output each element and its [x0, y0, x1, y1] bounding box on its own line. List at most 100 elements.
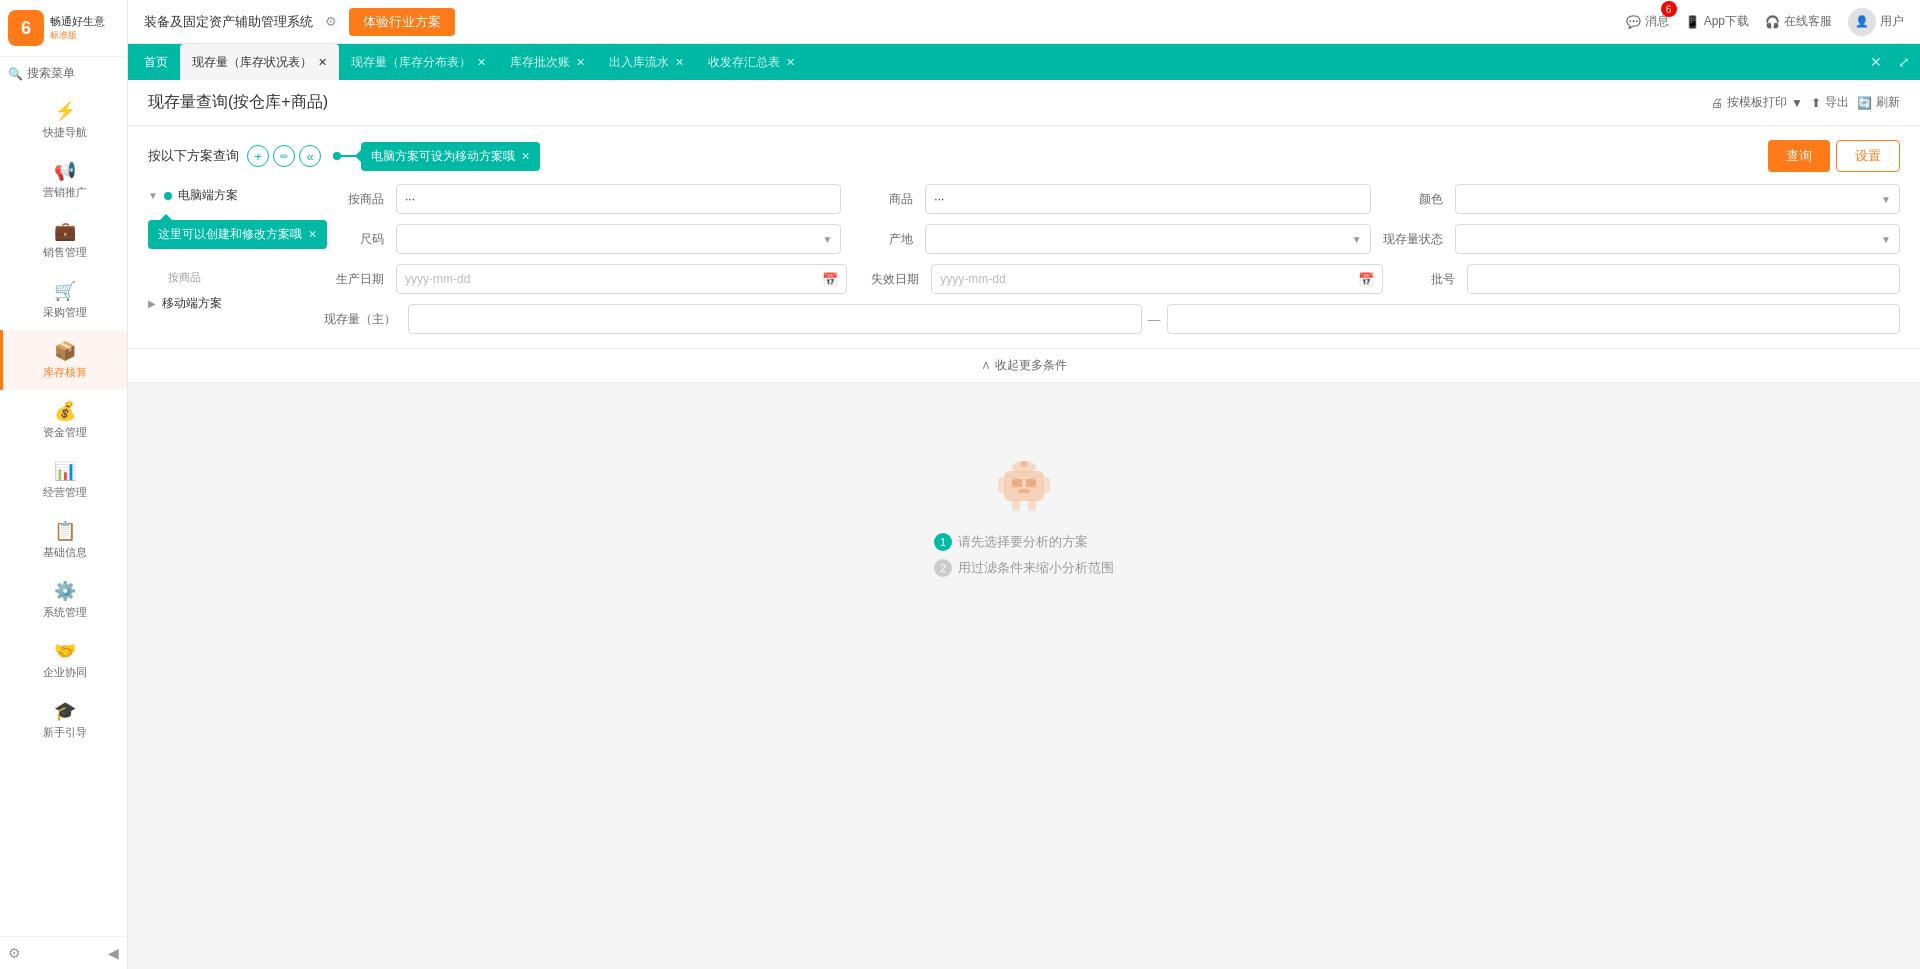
origin-select[interactable]: ▼ — [925, 224, 1370, 254]
user-area[interactable]: 👤 用户 — [1848, 8, 1904, 36]
goods-select[interactable]: ··· — [925, 184, 1370, 214]
pc-scheme-arrow[interactable]: ▼ — [148, 190, 158, 201]
settings-footer-btn[interactable]: ⚙ — [8, 945, 21, 961]
online-service-btn[interactable]: 🎧 在线客服 — [1765, 13, 1832, 30]
message-btn[interactable]: 💬 6 消息 — [1626, 13, 1669, 30]
edit-scheme-btn[interactable]: ✏ — [273, 145, 295, 167]
search-menu-item[interactable]: 🔍 搜索菜单 — [0, 57, 127, 90]
tab-stock-summary-label: 收发存汇总表 — [708, 54, 780, 71]
refresh-btn[interactable]: 🔄 刷新 — [1857, 94, 1900, 111]
pc-scheme-dot — [164, 192, 172, 200]
tooltip1-close-btn[interactable]: ✕ — [521, 150, 530, 163]
batch-field — [1467, 264, 1900, 294]
expire-date-label: 失效日期 — [859, 271, 919, 288]
sidebar-item-marketing[interactable]: 📢 营销推广 — [0, 150, 127, 210]
scheme-pc-item[interactable]: ▼ 电脑端方案 — [148, 184, 308, 207]
settings-icon[interactable]: ⚙ — [325, 14, 337, 29]
tab-stock-flow[interactable]: 出入库流水 ✕ — [597, 44, 696, 80]
sidebar-item-company[interactable]: 🤝 企业协同 — [0, 630, 127, 690]
produce-date-start[interactable]: yyyy-mm-dd 📅 — [396, 264, 847, 294]
main-content: 装备及固定资产辅助管理系统 ⚙ 体验行业方案 💬 6 消息 📱 App下载 🎧 … — [128, 0, 1920, 969]
color-select-arrow: ▼ — [1881, 194, 1891, 205]
sidebar-item-system[interactable]: ⚙️ 系统管理 — [0, 570, 127, 630]
produce-date-start-icon: 📅 — [822, 272, 838, 287]
guide-icon: 🎓 — [54, 700, 76, 722]
sales-icon: 💼 — [54, 220, 76, 242]
sidebar-item-quick-nav[interactable]: ⚡ 快捷导航 — [0, 90, 127, 150]
tab-stock-batch-close[interactable]: ✕ — [576, 56, 585, 69]
print-dropdown-icon: ▼ — [1791, 96, 1803, 110]
user-avatar: 👤 — [1848, 8, 1876, 36]
export-btn[interactable]: ⬆ 导出 — [1811, 94, 1849, 111]
close-all-tabs-btn[interactable]: ✕ — [1864, 52, 1888, 72]
quick-nav-icon: ⚡ — [54, 100, 76, 122]
print-btn[interactable]: 🖨 按模板打印 ▼ — [1711, 94, 1803, 111]
tab-stock-batch[interactable]: 库存批次账 ✕ — [498, 44, 597, 80]
size-select[interactable]: ▼ — [396, 224, 841, 254]
system-icon: ⚙️ — [54, 580, 76, 602]
batch-label: 批号 — [1395, 271, 1455, 288]
step-1-text: 请先选择要分析的方案 — [958, 533, 1088, 551]
svg-rect-6 — [1012, 499, 1020, 511]
tab-stock-dist-close[interactable]: ✕ — [477, 56, 486, 69]
mobile-scheme-arrow[interactable]: ▶ — [148, 298, 156, 309]
step-1-num: 1 — [934, 533, 952, 551]
stock-main-end[interactable] — [1167, 304, 1901, 334]
marketing-icon: 📢 — [54, 160, 76, 182]
sales-label: 销售管理 — [43, 245, 87, 260]
scheme-mobile-item[interactable]: ▶ 移动端方案 — [148, 292, 308, 315]
operation-label: 经营管理 — [43, 485, 87, 500]
search-reset-btns: 查询 设置 — [1768, 140, 1900, 172]
collapse-bar[interactable]: ∧ 收起更多条件 — [128, 349, 1920, 383]
sub-label-text: 按商品 — [168, 270, 201, 285]
stock-main-start[interactable] — [408, 304, 1142, 334]
sidebar-item-operation[interactable]: 📊 经营管理 — [0, 450, 127, 510]
svg-rect-9 — [1021, 461, 1027, 467]
collapse-sidebar-btn[interactable]: ◀ — [108, 945, 119, 961]
tab-stock-batch-label: 库存批次账 — [510, 54, 570, 71]
marketing-label: 营销推广 — [43, 185, 87, 200]
sidebar-item-purchase[interactable]: 🛒 采购管理 — [0, 270, 127, 330]
logo-badge: 标准版 — [50, 29, 105, 42]
warehouse-dots: ··· — [405, 192, 415, 206]
app-download-btn[interactable]: 📱 App下载 — [1685, 13, 1749, 30]
tab-stock-summary-close[interactable]: ✕ — [786, 56, 795, 69]
tooltip2-close-btn[interactable]: ✕ — [308, 228, 317, 241]
empty-state: 1 请先选择要分析的方案 2 用过滤条件来缩小分析范围 — [128, 383, 1920, 637]
color-select[interactable]: ▼ — [1455, 184, 1900, 214]
sidebar-item-guide[interactable]: 🎓 新手引导 — [0, 690, 127, 750]
scheme-tree-area: ▼ 电脑端方案 这里可以创建和修改方案哦 ✕ 按商品 — [148, 184, 308, 334]
sidebar-item-basic[interactable]: 📋 基础信息 — [0, 510, 127, 570]
sidebar-item-finance[interactable]: 💰 资金管理 — [0, 390, 127, 450]
warehouse-select[interactable]: ··· — [396, 184, 841, 214]
batch-input[interactable] — [1467, 264, 1900, 294]
tab-stock-dist[interactable]: 现存量（库存分布表） ✕ — [339, 44, 498, 80]
tab-stock-status[interactable]: 现存量（库存状况表） ✕ — [180, 44, 339, 80]
page-header: 现存量查询(按仓库+商品) 🖨 按模板打印 ▼ ⬆ 导出 🔄 刷新 — [128, 80, 1920, 126]
produce-date-start-placeholder: yyyy-mm-dd — [405, 272, 470, 286]
reset-btn[interactable]: 设置 — [1836, 140, 1900, 172]
industry-btn[interactable]: 体验行业方案 — [349, 8, 455, 36]
expand-tabs-btn[interactable]: ⤢ — [1892, 52, 1916, 72]
stock-status-select[interactable]: ▼ — [1455, 224, 1900, 254]
goods-field: ··· — [925, 184, 1370, 214]
filter-row-1: 按商品 ··· 商品 ··· 颜色 — [324, 184, 1900, 214]
guide-label: 新手引导 — [43, 725, 87, 740]
tab-stock-summary[interactable]: 收发存汇总表 ✕ — [696, 44, 807, 80]
sidebar-item-inventory[interactable]: 📦 库存核算 — [0, 330, 127, 390]
svg-rect-5 — [1042, 477, 1050, 493]
origin-select-arrow: ▼ — [1352, 234, 1362, 245]
phone-icon: 📱 — [1685, 15, 1700, 29]
size-label: 尺码 — [324, 231, 384, 248]
expire-date-start[interactable]: yyyy-mm-dd 📅 — [931, 264, 1382, 294]
page-title: 现存量查询(按仓库+商品) — [148, 92, 328, 113]
tab-home[interactable]: 首页 — [132, 54, 180, 71]
add-scheme-btn[interactable]: + — [247, 145, 269, 167]
tab-stock-status-close[interactable]: ✕ — [318, 56, 327, 69]
tab-stock-flow-label: 出入库流水 — [609, 54, 669, 71]
search-btn[interactable]: 查询 — [1768, 140, 1830, 172]
search-icon: 🔍 — [8, 67, 23, 81]
tab-stock-flow-close[interactable]: ✕ — [675, 56, 684, 69]
back-scheme-btn[interactable]: « — [299, 145, 321, 167]
sidebar-item-sales[interactable]: 💼 销售管理 — [0, 210, 127, 270]
